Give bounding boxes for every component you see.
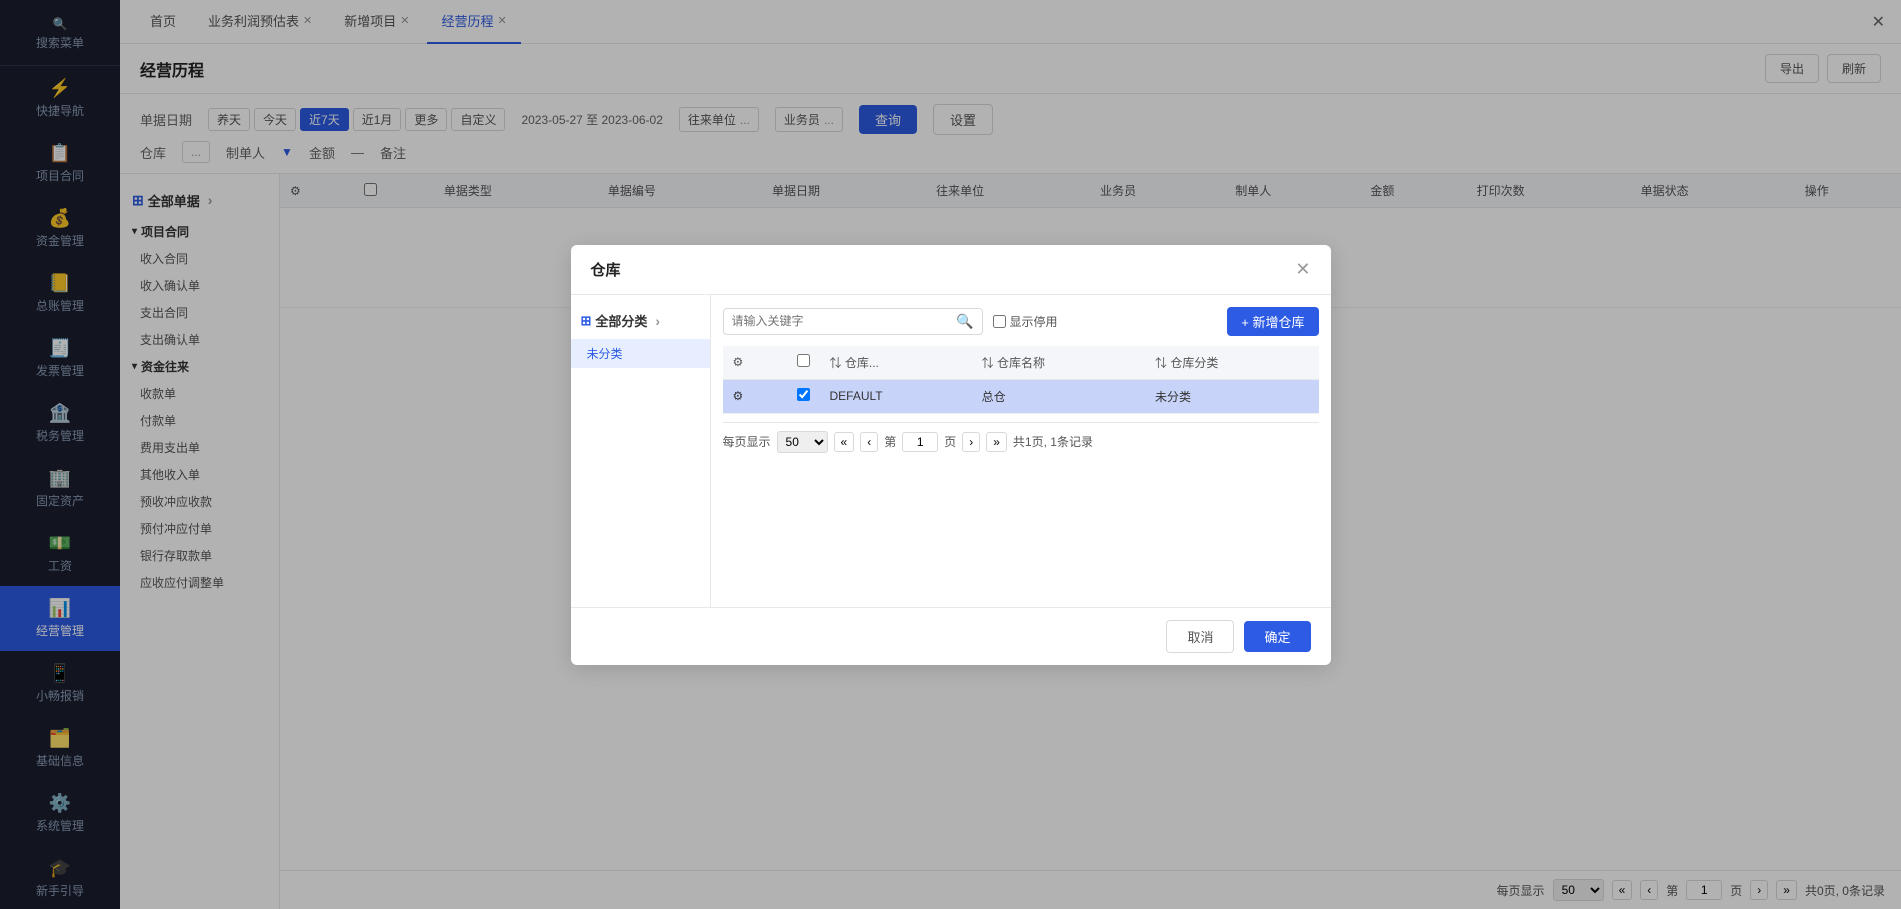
sort-icon-code: ⇅ <box>830 356 842 370</box>
modal-search-input[interactable] <box>732 314 957 328</box>
modal-page-label: 第 <box>884 433 896 450</box>
modal-title: 仓库 <box>591 259 621 280</box>
modal-left-scroll: 未分类 <box>571 339 710 368</box>
modal-page-input[interactable] <box>902 432 938 452</box>
modal-overlay: 仓库 ✕ ⊞ 全部分类 › 未分类 <box>0 0 1901 909</box>
row-category: 未分类 <box>1145 379 1318 413</box>
modal-left-header: ⊞ 全部分类 › <box>571 303 710 339</box>
add-warehouse-button[interactable]: + 新增仓库 <box>1227 307 1318 336</box>
modal-all-label[interactable]: 全部分类 <box>595 311 647 330</box>
modal-table: ⚙ ⇅ 仓库... ⇅ 仓库名称 ⇅ <box>723 346 1319 414</box>
modal-close-button[interactable]: ✕ <box>1295 259 1310 280</box>
modal-col-gear[interactable]: ⚙ <box>723 346 787 380</box>
modal-page-unit: 页 <box>944 433 956 450</box>
warehouse-modal: 仓库 ✕ ⊞ 全部分类 › 未分类 <box>571 245 1331 665</box>
show-disabled-checkbox[interactable] <box>993 315 1006 328</box>
modal-body: ⊞ 全部分类 › 未分类 🔍 <box>571 295 1331 607</box>
modal-header: 仓库 ✕ <box>571 245 1331 295</box>
row-gear-icon: ⚙ <box>733 389 744 403</box>
modal-next-page[interactable]: › <box>962 432 980 452</box>
modal-table-row[interactable]: ⚙ DEFAULT 总仓 未分类 <box>723 379 1319 413</box>
modal-grid-icon: ⊞ <box>581 313 592 329</box>
modal-col-name[interactable]: ⇅ 仓库名称 <box>972 346 1145 380</box>
modal-total: 共1页, 1条记录 <box>1013 433 1093 450</box>
row-checkbox[interactable] <box>797 388 810 401</box>
row-gear: ⚙ <box>723 379 787 413</box>
cancel-button[interactable]: 取消 <box>1166 620 1234 653</box>
row-name: 总仓 <box>972 379 1145 413</box>
modal-last-page[interactable]: » <box>986 432 1007 452</box>
modal-footer: 取消 确定 <box>571 607 1331 665</box>
sort-icon-name: ⇅ <box>982 356 994 370</box>
row-checkbox-cell[interactable] <box>787 379 820 413</box>
modal-left-panel: ⊞ 全部分类 › 未分类 <box>571 295 711 607</box>
modal-search-icon: 🔍 <box>956 313 973 330</box>
show-disabled-text: 显示停用 <box>1010 313 1058 330</box>
modal-toolbar: 🔍 显示停用 + 新增仓库 <box>723 307 1319 336</box>
modal-collapse-btn[interactable]: › <box>651 309 664 333</box>
row-code: DEFAULT <box>820 379 972 413</box>
modal-search-box[interactable]: 🔍 <box>723 308 983 335</box>
show-disabled-label[interactable]: 显示停用 <box>993 313 1058 330</box>
modal-gear-icon: ⚙ <box>733 355 744 369</box>
modal-col-category[interactable]: ⇅ 仓库分类 <box>1145 346 1318 380</box>
modal-select-all[interactable] <box>797 354 810 367</box>
confirm-button[interactable]: 确定 <box>1244 621 1310 652</box>
modal-page-size-select[interactable]: 50 100 <box>777 431 828 453</box>
modal-prev-page[interactable]: ‹ <box>860 432 878 452</box>
sort-icon-category: ⇅ <box>1155 356 1167 370</box>
modal-page-size-label: 每页显示 <box>723 433 771 450</box>
modal-footer-bar: 每页显示 50 100 « ‹ 第 页 › » 共1页, 1条记录 <box>723 422 1319 461</box>
modal-col-code[interactable]: ⇅ 仓库... <box>820 346 972 380</box>
modal-first-page[interactable]: « <box>834 432 855 452</box>
modal-category-unclassified[interactable]: 未分类 <box>571 339 710 368</box>
modal-right-panel: 🔍 显示停用 + 新增仓库 ⚙ ⇅ <box>711 295 1331 607</box>
modal-col-checkbox[interactable] <box>787 346 820 380</box>
